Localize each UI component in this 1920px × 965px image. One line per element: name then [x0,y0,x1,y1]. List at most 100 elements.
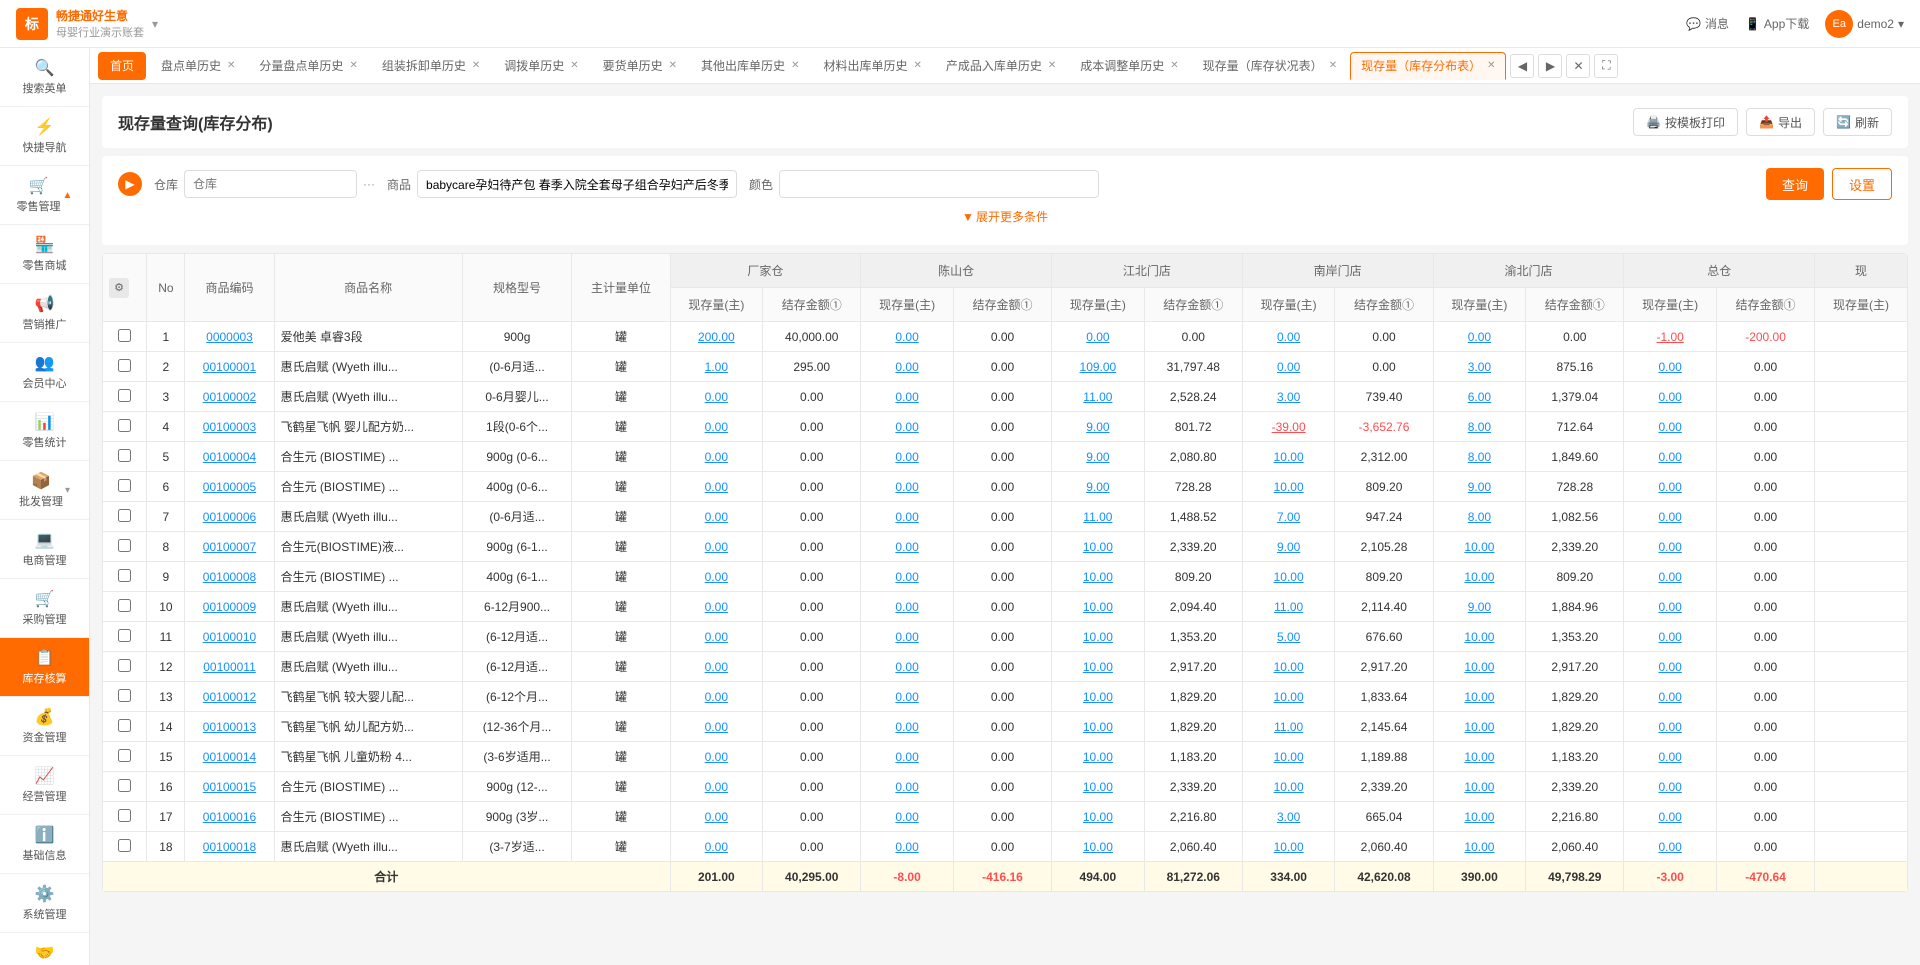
tab-close-icon[interactable]: ✕ [791,60,799,71]
tab-product-in[interactable]: 产成品入库单历史 ✕ [935,52,1067,80]
sidebar-item-marketing[interactable]: 📢 营销推广 [0,284,89,343]
cell-nanan-amount: 0.00 [1335,352,1433,382]
cell-jiangbei-stock: 10.00 [1052,802,1145,832]
cell-total-amount: 0.00 [1717,652,1815,682]
table-row: 7 00100006 惠氏启赋 (Wyeth illu... (0-6月适...… [103,502,1908,532]
tab-pandian[interactable]: 盘点单历史 ✕ [150,52,246,80]
settings-icon[interactable]: ⚙ [109,278,129,298]
cell-factory-stock: 0.00 [670,592,763,622]
sidebar-item-mall[interactable]: 🏪 零售商城 [0,225,89,284]
cell-checkbox[interactable] [103,622,147,652]
cell-checkbox[interactable] [103,322,147,352]
warehouse-input[interactable] [184,170,357,198]
cell-yubeimen-amount: 712.64 [1526,412,1624,442]
warehouse-more-icon[interactable]: ··· [363,177,375,191]
expand-conditions-btn[interactable]: ▼ 展开更多条件 [962,208,1048,225]
cell-total-amount: 0.00 [1717,682,1815,712]
cell-name: 合生元 (BIOSTIME) ... [274,802,462,832]
cell-total-stock: 0.00 [1624,622,1717,652]
sidebar-item-search[interactable]: 🔍 搜索英单 [0,48,89,107]
sidebar-item-wholesale[interactable]: 📦 批发管理 ▾ [0,461,89,520]
sidebar-item-system[interactable]: ⚙️ 系统管理 [0,874,89,933]
tab-material-out[interactable]: 材料出库单历史 ✕ [812,52,932,80]
print-btn[interactable]: 🖨️ 按模板打印 [1633,108,1738,136]
cell-checkbox[interactable] [103,412,147,442]
sidebar-item-nav[interactable]: ⚡ 快捷导航 [0,107,89,166]
cell-factory-stock: 0.00 [670,442,763,472]
th-settings[interactable]: ⚙ [103,254,147,322]
cell-chenshan-amount: 0.00 [953,532,1051,562]
tab-close-icon[interactable]: ✕ [570,60,578,71]
cell-checkbox[interactable] [103,502,147,532]
cell-spec: 400g (6-1... [462,562,572,592]
cell-checkbox[interactable] [103,592,147,622]
sidebar-item-members[interactable]: 👥 会员中心 [0,343,89,402]
tab-close-icon[interactable]: ✕ [1487,60,1495,71]
tab-prev-btn[interactable]: ◀ [1510,54,1534,78]
cell-nanan-amount: 739.40 [1335,382,1433,412]
tab-close-icon[interactable]: ✕ [227,60,235,71]
tab-fenpandian[interactable]: 分量盘点单历史 ✕ [248,52,368,80]
tab-close-icon[interactable]: ✕ [1329,60,1337,71]
filter-arrow[interactable]: ▶ [118,172,142,196]
tab-other-out[interactable]: 其他出库单历史 ✕ [690,52,810,80]
dropdown-icon[interactable]: ▾ [152,17,158,31]
search-btn[interactable]: 查询 [1766,168,1824,200]
cell-checkbox[interactable] [103,712,147,742]
cell-checkbox[interactable] [103,442,147,472]
cell-jiangbei-amount: 801.72 [1144,412,1242,442]
tab-inventory-dist[interactable]: 现存量（库存分布表） ✕ [1350,52,1506,80]
sidebar-item-collab[interactable]: 🤝 企业协同 [0,933,89,965]
tab-expand-btn[interactable]: ⛶ [1594,54,1618,78]
sidebar-item-basic[interactable]: ℹ️ 基础信息 [0,815,89,874]
tab-cost-adjust[interactable]: 成本调整单历史 ✕ [1069,52,1189,80]
user-menu[interactable]: Ea demo2 ▾ [1825,10,1904,38]
tab-yaohuo[interactable]: 要货单历史 ✕ [592,52,688,80]
sidebar-item-stats[interactable]: 📊 零售统计 [0,402,89,461]
tab-next-btn[interactable]: ▶ [1538,54,1562,78]
app-download-btn[interactable]: 📱 App下载 [1745,15,1809,32]
sidebar-item-finance[interactable]: 💰 资金管理 [0,697,89,756]
tab-close-all-btn[interactable]: ✕ [1566,54,1590,78]
refresh-btn[interactable]: 🔄 刷新 [1823,108,1892,136]
sidebar-item-purchase[interactable]: 🛒 采购管理 [0,579,89,638]
cell-checkbox[interactable] [103,532,147,562]
tab-close-icon[interactable]: ✕ [349,60,357,71]
cell-code: 00100005 [185,472,274,502]
tab-diaob[interactable]: 调拨单历史 ✕ [493,52,589,80]
sidebar-item-inventory[interactable]: 📋 库存核算 [0,638,89,697]
tab-close-icon[interactable]: ✕ [913,60,921,71]
cell-code: 00100013 [185,712,274,742]
setting-btn[interactable]: 设置 [1832,168,1892,200]
th-jiangbei-group: 江北门店 [1052,254,1243,288]
message-btn[interactable]: 💬 消息 [1686,15,1729,32]
cell-checkbox[interactable] [103,802,147,832]
color-input[interactable] [779,170,1099,198]
cell-checkbox[interactable] [103,652,147,682]
cell-total-stock: -1.00 [1624,322,1717,352]
cell-checkbox[interactable] [103,832,147,862]
goods-input[interactable] [417,170,737,198]
cell-checkbox[interactable] [103,562,147,592]
inventory-table: ⚙ No 商品编码 商品名称 规格型号 主计量单位 厂家仓 陈山仓 江北门店 南… [102,253,1908,892]
summary-jiangbei-amount: 81,272.06 [1144,862,1242,892]
tab-close-icon[interactable]: ✕ [669,60,677,71]
cell-checkbox[interactable] [103,382,147,412]
sidebar-item-operation[interactable]: 📈 经营管理 [0,756,89,815]
tab-zuzhuang[interactable]: 组装拆卸单历史 ✕ [371,52,491,80]
cell-checkbox[interactable] [103,352,147,382]
cell-checkbox[interactable] [103,772,147,802]
cell-checkbox[interactable] [103,742,147,772]
cell-checkbox[interactable] [103,682,147,712]
tab-inventory-status[interactable]: 现存量（库存状况表） ✕ [1192,52,1348,80]
sidebar-item-retail[interactable]: 🛒 零售管理 ▲ [0,166,89,225]
export-btn[interactable]: 📤 导出 [1746,108,1815,136]
tab-close-icon[interactable]: ✕ [472,60,480,71]
cell-chenshan-amount: 0.00 [953,652,1051,682]
tab-home[interactable]: 首页 [98,52,146,80]
tab-close-icon[interactable]: ✕ [1170,60,1178,71]
th-nanan-stock: 现存量(主) [1242,288,1335,322]
cell-checkbox[interactable] [103,472,147,502]
sidebar-item-ecommerce[interactable]: 💻 电商管理 [0,520,89,579]
tab-close-icon[interactable]: ✕ [1048,60,1056,71]
